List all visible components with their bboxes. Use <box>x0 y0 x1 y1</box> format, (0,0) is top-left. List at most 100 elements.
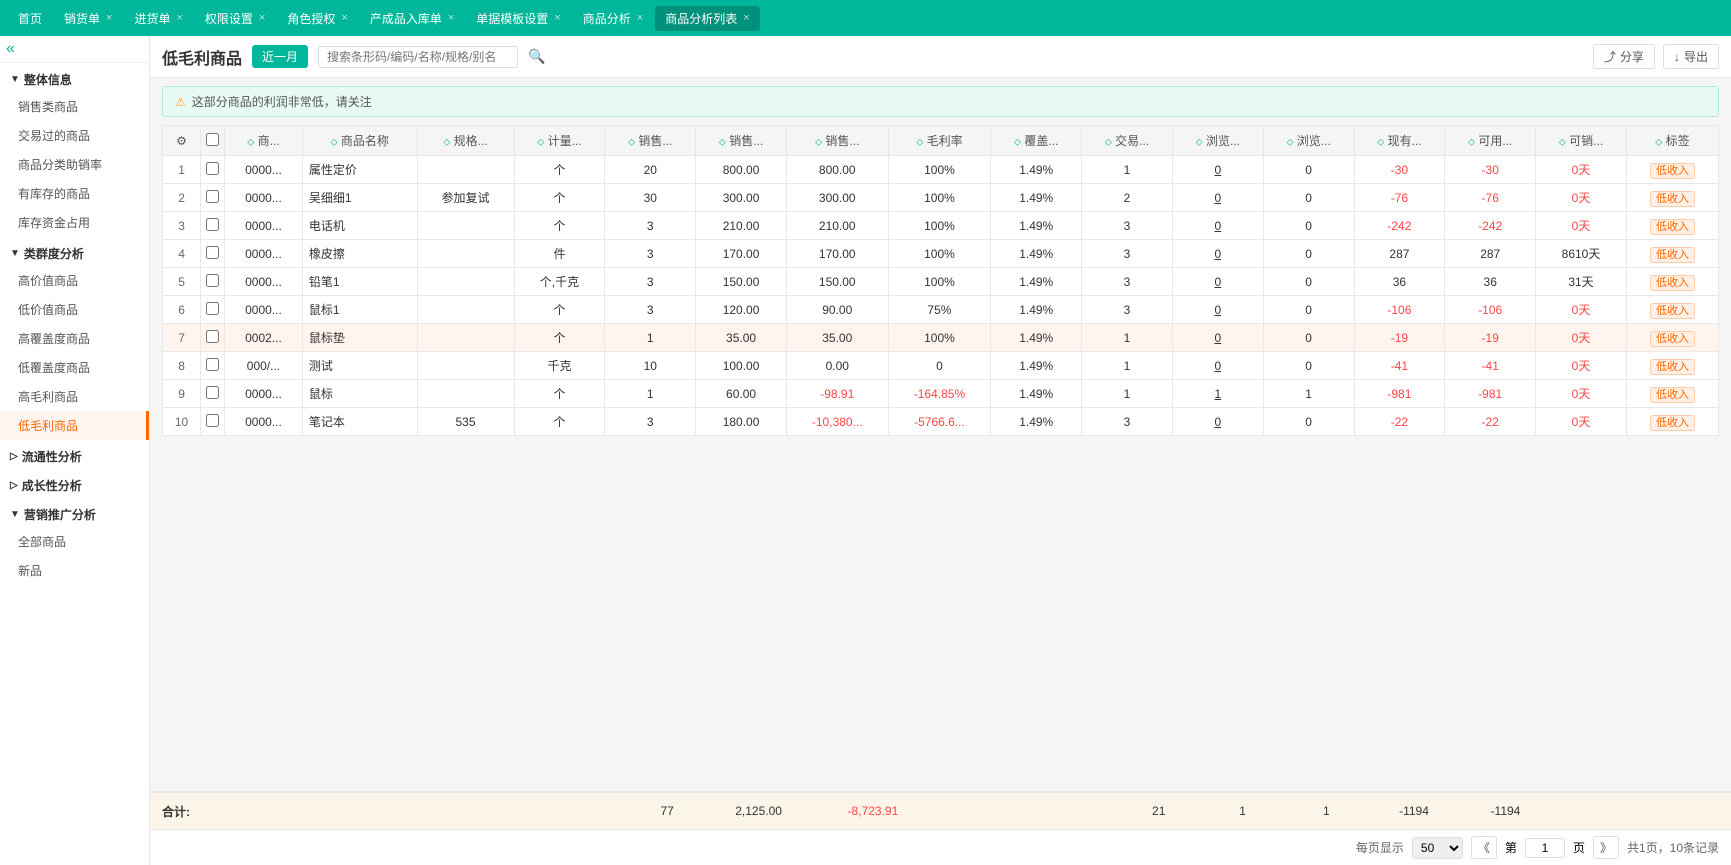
nav-role[interactable]: 角色授权 × <box>277 6 357 31</box>
row-code: 0000... <box>225 296 303 324</box>
row-checkbox[interactable] <box>201 324 225 352</box>
col-sales-price[interactable]: ⬦ 销售... <box>696 126 787 156</box>
row-browse1[interactable]: 0 <box>1172 324 1263 352</box>
col-browse1[interactable]: ⬦ 浏览... <box>1172 126 1263 156</box>
row-checkbox[interactable] <box>201 268 225 296</box>
row-spec <box>417 324 514 352</box>
col-sellable[interactable]: ⬦ 可销... <box>1536 126 1627 156</box>
prev-page-button[interactable]: 《 <box>1471 836 1497 859</box>
row-browse1[interactable]: 0 <box>1172 268 1263 296</box>
row-settings: 7 <box>163 324 201 352</box>
nav-purchase-order[interactable]: 进货单 × <box>124 6 192 31</box>
nav-sales-order[interactable]: 销货单 × <box>54 6 122 31</box>
row-browse1[interactable]: 0 <box>1172 240 1263 268</box>
next-page-button[interactable]: 》 <box>1593 836 1619 859</box>
sidebar-item-new-products[interactable]: 新品 <box>0 556 149 585</box>
per-page-select[interactable]: 50 100 200 <box>1412 837 1463 859</box>
row-tag: 低收入 <box>1626 296 1718 324</box>
row-sales-amount: 800.00 <box>786 156 888 184</box>
row-browse1[interactable]: 0 <box>1172 156 1263 184</box>
col-coverage[interactable]: ⬦ 覆盖... <box>991 126 1082 156</box>
col-sales-amount[interactable]: ⬦ 销售... <box>786 126 888 156</box>
col-name[interactable]: ⬦ 商品名称 <box>302 126 417 156</box>
row-checkbox[interactable] <box>201 296 225 324</box>
col-settings[interactable]: ⚙ <box>163 126 201 156</box>
row-browse1[interactable]: 0 <box>1172 296 1263 324</box>
row-checkbox[interactable] <box>201 380 225 408</box>
row-browse1[interactable]: 0 <box>1172 408 1263 436</box>
sidebar-item-all-products[interactable]: 全部商品 <box>0 527 149 556</box>
share-button[interactable]: ⤴ 分享 <box>1593 44 1655 69</box>
row-browse1[interactable]: 0 <box>1172 212 1263 240</box>
sidebar-item-low-value[interactable]: 低价值商品 <box>0 295 149 324</box>
sidebar-item-high-value[interactable]: 高价值商品 <box>0 266 149 295</box>
sidebar-item-traded-products[interactable]: 交易过的商品 <box>0 121 149 150</box>
col-unit[interactable]: ⬦ 计量... <box>514 126 605 156</box>
row-browse2: 0 <box>1263 324 1354 352</box>
nav-close-analysis[interactable]: × <box>637 12 643 24</box>
sidebar-item-high-coverage[interactable]: 高覆盖度商品 <box>0 324 149 353</box>
nav-close-permission[interactable]: × <box>259 12 265 24</box>
sidebar-section-growth[interactable]: ▷ 成长性分析 <box>0 469 149 498</box>
nav-close-role[interactable]: × <box>341 12 347 24</box>
nav-close-sales[interactable]: × <box>106 12 112 24</box>
row-browse1[interactable]: 1 <box>1172 380 1263 408</box>
page-number-input[interactable] <box>1525 838 1565 858</box>
row-checkbox[interactable] <box>201 352 225 380</box>
nav-product-in[interactable]: 产成品入库单 × <box>360 6 464 31</box>
sidebar-item-in-stock[interactable]: 有库存的商品 <box>0 179 149 208</box>
row-checkbox[interactable] <box>201 212 225 240</box>
col-sales-qty[interactable]: ⬦ 销售... <box>605 126 696 156</box>
col-checkbox[interactable] <box>201 126 225 156</box>
sidebar-section-cluster[interactable]: ▼ 类群度分析 <box>0 237 149 266</box>
sidebar-item-low-margin[interactable]: 低毛利商品 <box>0 411 149 440</box>
date-filter-button[interactable]: 近一月 <box>252 45 308 68</box>
col-tag[interactable]: ⬦ 标签 <box>1626 126 1718 156</box>
col-current-stock[interactable]: ⬦ 现有... <box>1354 126 1445 156</box>
col-gross-rate[interactable]: ⬦ 毛利率 <box>888 126 991 156</box>
row-current-stock: -981 <box>1354 380 1445 408</box>
nav-permission[interactable]: 权限设置 × <box>195 6 275 31</box>
col-spec[interactable]: ⬦ 规格... <box>417 126 514 156</box>
nav-close-purchase[interactable]: × <box>176 12 182 24</box>
nav-close-template[interactable]: × <box>554 12 560 24</box>
nav-product-analysis[interactable]: 商品分析 × <box>573 6 653 31</box>
sidebar-item-stock-capital[interactable]: 库存资金占用 <box>0 208 149 237</box>
row-browse1[interactable]: 0 <box>1172 184 1263 212</box>
sidebar-section-liquidity[interactable]: ▷ 流通性分析 <box>0 440 149 469</box>
row-gross-rate: 0 <box>888 352 991 380</box>
table-row: 3 0000... 电话机 个 3 210.00 210.00 100% 1.4… <box>163 212 1719 240</box>
nav-close-product-in[interactable]: × <box>448 12 454 24</box>
row-sales-price: 300.00 <box>696 184 787 212</box>
search-button[interactable]: 🔍 <box>528 48 545 65</box>
nav-home[interactable]: 首页 <box>8 6 52 31</box>
select-all-checkbox[interactable] <box>206 133 219 146</box>
col-available[interactable]: ⬦ 可用... <box>1445 126 1536 156</box>
total-trade: 21 <box>1117 799 1201 823</box>
row-checkbox[interactable] <box>201 156 225 184</box>
row-sales-price: 800.00 <box>696 156 787 184</box>
sidebar-section-overview[interactable]: ▼ 整体信息 <box>0 63 149 92</box>
export-button[interactable]: ↓ 导出 <box>1663 44 1719 69</box>
row-checkbox[interactable] <box>201 240 225 268</box>
row-browse2: 0 <box>1263 184 1354 212</box>
col-trade[interactable]: ⬦ 交易... <box>1082 126 1173 156</box>
row-browse2: 0 <box>1263 156 1354 184</box>
sidebar-item-sales-products[interactable]: 销售类商品 <box>0 92 149 121</box>
nav-close-analysis-list[interactable]: × <box>743 12 749 24</box>
row-checkbox[interactable] <box>201 408 225 436</box>
search-input[interactable] <box>318 46 518 68</box>
sidebar-section-marketing[interactable]: ▼ 营销推广分析 <box>0 498 149 527</box>
sidebar-item-category-rate[interactable]: 商品分类助销率 <box>0 150 149 179</box>
row-checkbox[interactable] <box>201 184 225 212</box>
sidebar-item-high-margin[interactable]: 高毛利商品 <box>0 382 149 411</box>
sidebar-collapse-btn[interactable]: « <box>6 40 15 58</box>
row-sales-amount: 210.00 <box>786 212 888 240</box>
nav-product-analysis-list[interactable]: 商品分析列表 × <box>655 6 759 31</box>
col-code[interactable]: ⬦ 商... <box>225 126 303 156</box>
row-sales-price: 210.00 <box>696 212 787 240</box>
col-browse2[interactable]: ⬦ 浏览... <box>1263 126 1354 156</box>
sidebar-item-low-coverage[interactable]: 低覆盖度商品 <box>0 353 149 382</box>
nav-template[interactable]: 单据模板设置 × <box>466 6 570 31</box>
row-browse1[interactable]: 0 <box>1172 352 1263 380</box>
